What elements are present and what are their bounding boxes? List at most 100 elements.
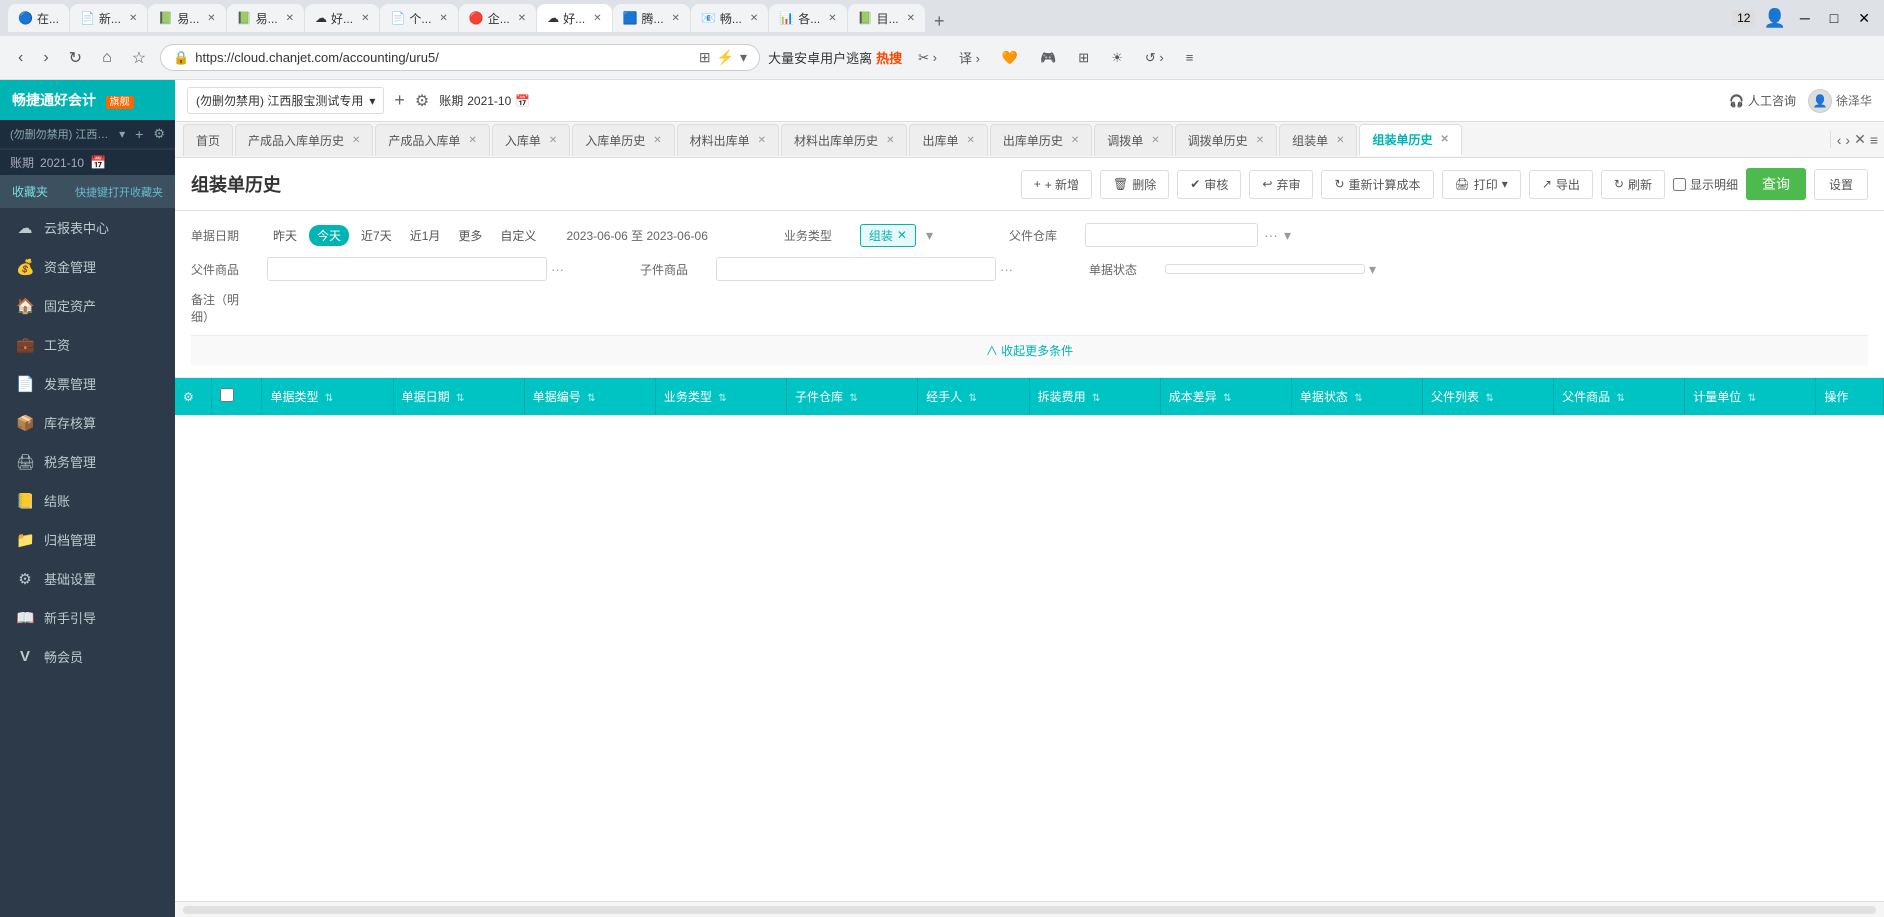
col-bill-no-sort[interactable]: ⇅ (587, 393, 595, 404)
tab-assembly-history[interactable]: 组装单历史 ✕ (1359, 124, 1461, 156)
col-handler[interactable]: 经手人 ⇅ (918, 378, 1029, 415)
browser-tab-12[interactable]: 📗 目... ✕ (848, 4, 925, 32)
tab-right-arrow[interactable]: › (1845, 132, 1850, 148)
col-parent-list[interactable]: 父件列表 ⇅ (1423, 378, 1554, 415)
user-profile-button[interactable]: 👤 徐泽华 (1808, 89, 1872, 113)
back-button[interactable]: ‹ (12, 45, 29, 71)
sidebar-item-member[interactable]: V 畅会员 (0, 637, 175, 676)
col-child-warehouse-sort[interactable]: ⇅ (849, 393, 857, 404)
browser-tab-5[interactable]: ☁ 好... ✕ (305, 4, 379, 32)
tab-assembly-history-close[interactable]: ✕ (1441, 134, 1449, 145)
translate-icon[interactable]: 译 › (953, 46, 986, 69)
tab-close-6[interactable]: ✕ (439, 13, 447, 24)
col-unit[interactable]: 计量单位 ⇅ (1685, 378, 1816, 415)
sidebar-item-close-accounts[interactable]: 📒 结账 (0, 481, 175, 520)
delete-button[interactable]: 🗑 删除 (1100, 170, 1169, 199)
collapse-bar[interactable]: ∧ 收起更多条件 (191, 335, 1868, 365)
warehouse-dropdown-icon[interactable]: ▾ (1284, 227, 1291, 244)
col-parent-goods[interactable]: 父件商品 ⇅ (1554, 378, 1685, 415)
browser-tab-8[interactable]: ☁ 好... ✕ (537, 4, 611, 32)
tab-material-out-history-close[interactable]: ✕ (886, 135, 894, 146)
undo-icon[interactable]: ↺ › (1139, 48, 1170, 68)
tab-close-10[interactable]: ✕ (750, 13, 758, 24)
tab-transfer[interactable]: 调拨单 ✕ (1094, 124, 1172, 156)
col-disassembly-fee-sort[interactable]: ⇅ (1092, 393, 1100, 404)
period-selector[interactable]: 账期 2021-10 📅 (0, 149, 175, 175)
col-unit-sort[interactable]: ⇅ (1748, 393, 1756, 404)
refresh-button[interactable]: ↻ (63, 44, 88, 72)
col-cost-diff[interactable]: 成本差异 ⇅ (1160, 378, 1291, 415)
window-maximize-button[interactable]: □ (1824, 10, 1844, 26)
scissors-icon[interactable]: ✂ › (912, 48, 943, 68)
date-today[interactable]: 今天 (309, 225, 349, 246)
print-button[interactable]: 🖨 打印 ▾ (1442, 170, 1521, 199)
tab-product-in[interactable]: 产成品入库单 ✕ (375, 124, 489, 156)
favorites-sub[interactable]: 快捷键打开收藏夹 (75, 184, 163, 200)
tab-inbound-history[interactable]: 入库单历史 ✕ (572, 124, 674, 156)
sidebar-item-invoice[interactable]: 📄 发票管理 (0, 364, 175, 403)
bookmark-button[interactable]: ☆ (126, 44, 152, 72)
window-close-button[interactable]: ✕ (1852, 10, 1876, 27)
tab-close-5[interactable]: ✕ (361, 13, 369, 24)
window-profile-icon[interactable]: 👤 (1763, 8, 1785, 29)
tab-inbound-history-close[interactable]: ✕ (653, 135, 661, 146)
tab-material-out-history[interactable]: 材料出库单历史 ✕ (781, 124, 907, 156)
col-bill-status-sort[interactable]: ⇅ (1354, 393, 1362, 404)
col-disassembly-fee[interactable]: 拆装费用 ⇅ (1029, 378, 1160, 415)
sidebar-item-funds[interactable]: 💰 资金管理 (0, 247, 175, 286)
settings-icon[interactable]: ⚙ (153, 126, 165, 142)
tab-product-in-close[interactable]: ✕ (468, 135, 476, 146)
recalc-cost-button[interactable]: ↻ 重新计算成本 (1321, 170, 1433, 199)
browser-tab-2[interactable]: 📄 新... ✕ (70, 4, 147, 32)
browser-tab-7[interactable]: 🔴 企... ✕ (459, 4, 536, 32)
tab-close-3[interactable]: ✕ (207, 13, 215, 24)
child-goods-more-icon[interactable]: ··· (1000, 262, 1013, 277)
tab-assembly-close[interactable]: ✕ (1336, 135, 1344, 146)
lightning-icon[interactable]: ⚡ (717, 49, 734, 66)
sidebar-item-tax[interactable]: 🖨 税务管理 (0, 442, 175, 481)
show-detail-checkbox[interactable] (1673, 178, 1686, 191)
settings-button-top[interactable]: ⚙ (415, 91, 429, 111)
tab-close-4[interactable]: ✕ (286, 13, 294, 24)
browser-tab-4[interactable]: 📗 易... ✕ (227, 4, 304, 32)
horizontal-scrollbar[interactable] (175, 901, 1884, 917)
forward-button[interactable]: › (37, 45, 54, 71)
game-icon[interactable]: 🎮 (1034, 48, 1062, 68)
add-company-icon[interactable]: + (135, 126, 143, 142)
tab-material-out-close[interactable]: ✕ (758, 135, 766, 146)
tab-outbound[interactable]: 出库单 ✕ (909, 124, 987, 156)
tab-close-2[interactable]: ✕ (129, 13, 137, 24)
add-tab-button[interactable]: + (926, 11, 953, 32)
tab-transfer-history-close[interactable]: ✕ (1256, 135, 1264, 146)
date-7days[interactable]: 近7天 (355, 225, 398, 246)
sidebar-item-fixed-assets[interactable]: 🏠 固定资产 (0, 286, 175, 325)
company-selector-button[interactable]: (勿删勿禁用) 江西服宝测试专用 ▾ (187, 87, 384, 114)
home-button[interactable]: ⌂ (96, 45, 118, 71)
add-company-button[interactable]: + (394, 90, 405, 111)
export-button[interactable]: ↗ 导出 (1529, 170, 1593, 199)
tab-close-11[interactable]: ✕ (828, 13, 836, 24)
child-goods-input[interactable] (716, 257, 996, 281)
address-dropdown-icon[interactable]: ▾ (740, 49, 747, 66)
tab-menu-icon[interactable]: ≡ (1870, 132, 1878, 148)
col-business-type[interactable]: 业务类型 ⇅ (655, 378, 786, 415)
company-dropdown-icon[interactable]: ▾ (119, 127, 125, 141)
col-cost-diff-sort[interactable]: ⇅ (1223, 393, 1231, 404)
tab-inbound-close[interactable]: ✕ (549, 135, 557, 146)
sidebar-item-inventory[interactable]: 📦 库存核算 (0, 403, 175, 442)
table-settings-icon[interactable]: ⚙ (183, 390, 194, 404)
tab-close-12[interactable]: ✕ (907, 13, 915, 24)
support-button[interactable]: 🎧 人工咨询 (1729, 92, 1796, 109)
tab-close-7[interactable]: ✕ (518, 13, 526, 24)
calendar-icon[interactable]: 📅 (90, 155, 106, 171)
tab-outbound-close[interactable]: ✕ (966, 135, 974, 146)
hot-search-area[interactable]: 大量安卓用户逃离 热搜 (768, 48, 902, 67)
browser-tab-11[interactable]: 📊 各... ✕ (769, 4, 846, 32)
show-detail-area[interactable]: 显示明细 (1673, 176, 1738, 193)
browser-tab-10[interactable]: 📧 畅... ✕ (691, 4, 768, 32)
tab-assembly[interactable]: 组装单 ✕ (1279, 124, 1357, 156)
date-custom[interactable]: 自定义 (494, 225, 542, 246)
col-bill-type[interactable]: 单据类型 ⇅ (262, 378, 393, 415)
scroll-thumb-area[interactable] (183, 906, 1876, 914)
date-more[interactable]: 更多 (452, 225, 488, 246)
